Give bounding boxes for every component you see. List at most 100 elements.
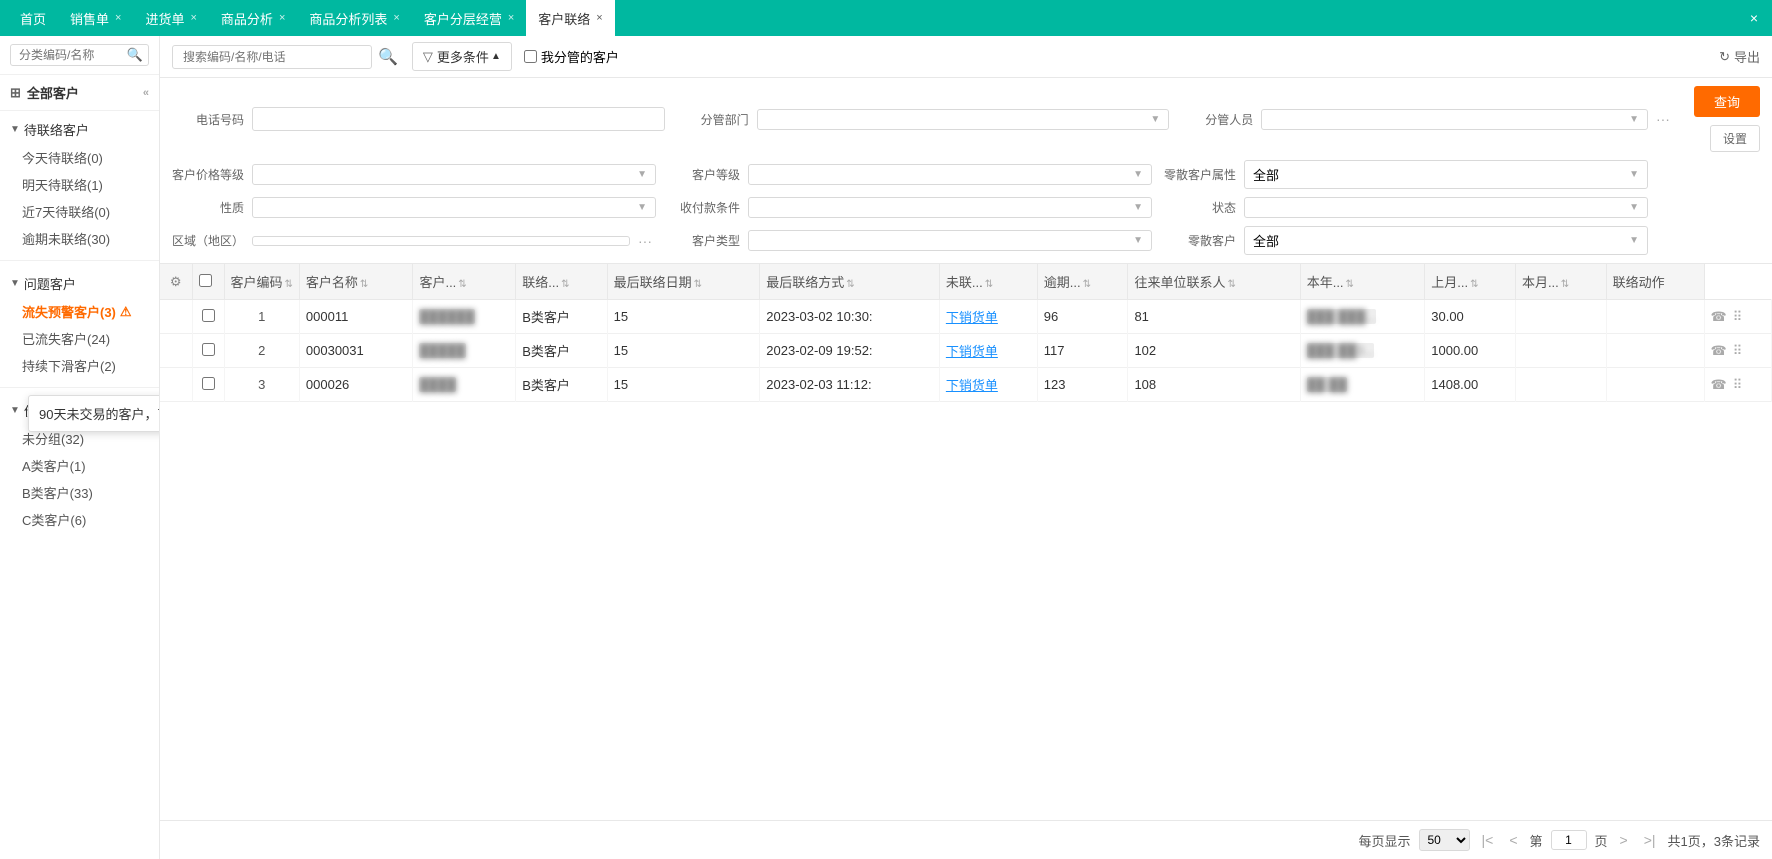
- row-contact: 15: [607, 368, 760, 402]
- tab-sales-close[interactable]: ×: [115, 12, 121, 24]
- action-phone-icon[interactable]: ☎: [1711, 309, 1727, 325]
- sort-last-month-icon[interactable]: ⇅: [1470, 279, 1478, 290]
- filter-select-status[interactable]: ▼: [1244, 197, 1648, 218]
- sidebar-item-b-class[interactable]: B类客户(33): [0, 479, 159, 506]
- filter-search-button[interactable]: 🔍: [372, 47, 404, 67]
- sidebar-item-churned[interactable]: 已流失客户(24): [0, 325, 159, 352]
- sidebar-item-today[interactable]: 今天待联络(0): [0, 144, 159, 171]
- sidebar-item-c-class[interactable]: C类客户(6): [0, 506, 159, 533]
- filter-select-payment[interactable]: ▼: [748, 197, 1152, 218]
- tab-purchase-close[interactable]: ×: [190, 12, 196, 24]
- sort-type-icon[interactable]: ⇅: [458, 279, 466, 290]
- sort-contact-icon[interactable]: ⇅: [561, 279, 569, 290]
- col-gear[interactable]: ⚙: [160, 264, 192, 300]
- first-page-button[interactable]: |<: [1478, 832, 1498, 848]
- page-input[interactable]: [1551, 830, 1587, 850]
- col-last-month: 上月...⇅: [1425, 264, 1516, 300]
- tab-customer-layer[interactable]: 客户分层经营 ×: [412, 0, 526, 36]
- sidebar-item-a-class[interactable]: A类客户(1): [0, 452, 159, 479]
- export-icon: ↻: [1719, 49, 1730, 65]
- divider-1: [0, 260, 159, 261]
- sort-overdue-icon[interactable]: ⇅: [1083, 279, 1091, 290]
- filter-select-price-level[interactable]: ▼: [252, 164, 656, 185]
- sidebar-item-7days[interactable]: 近7天待联络(0): [0, 198, 159, 225]
- row-checkbox[interactable]: [202, 377, 215, 390]
- tab-home[interactable]: 首页: [8, 0, 58, 36]
- sidebar-item-declining[interactable]: 持续下滑客户(2): [0, 352, 159, 379]
- sidebar-group-pending: ▼ 待联络客户 今天待联络(0) 明天待联络(1) 近7天待联络(0) 逾期未联…: [0, 111, 159, 256]
- tab-purchase[interactable]: 进货单 ×: [133, 0, 208, 36]
- advanced-filter-panel: 电话号码 分管部门 ▼ 分管人员 ▼: [160, 78, 1772, 264]
- action-phone-icon[interactable]: ☎: [1711, 377, 1727, 393]
- filter-select-customer-level[interactable]: ▼: [748, 164, 1152, 185]
- sidebar-group-pending-header[interactable]: ▼ 待联络客户: [0, 115, 159, 144]
- row-action: ☎ ⠿: [1704, 300, 1771, 334]
- tab-customer-layer-label: 客户分层经营: [424, 9, 502, 28]
- sidebar-group-problem-header[interactable]: ▼ 问题客户: [0, 269, 159, 298]
- sidebar-item-overdue-contact[interactable]: 逾期未联络(30): [0, 225, 159, 252]
- filter-label-phone: 电话号码: [172, 111, 252, 128]
- query-button[interactable]: 查询: [1694, 86, 1760, 117]
- tab-customer-contact[interactable]: 客户联络 ×: [526, 0, 614, 36]
- filter-input-phone[interactable]: [252, 107, 665, 131]
- sort-partner-icon[interactable]: ⇅: [1227, 279, 1235, 290]
- sidebar-item-churn-warning[interactable]: 流失预警客户(3) ⚠: [0, 298, 159, 325]
- sort-this-month-icon[interactable]: ⇅: [1561, 279, 1569, 290]
- row-checkbox[interactable]: [202, 343, 215, 356]
- sort-date-icon[interactable]: ⇅: [694, 279, 702, 290]
- region-dots-button[interactable]: ···: [634, 233, 656, 249]
- filter-select-customer-type[interactable]: ▼: [748, 230, 1152, 251]
- row-this-year: 30.00: [1425, 300, 1516, 334]
- close-window-icon[interactable]: ×: [1744, 8, 1764, 28]
- filter-field-price-level: 客户价格等级 ▼: [172, 164, 656, 185]
- tab-customer-contact-close[interactable]: ×: [596, 12, 602, 24]
- collapse-icon[interactable]: «: [143, 87, 149, 99]
- tab-analysis-list-close[interactable]: ×: [393, 12, 399, 24]
- tab-sales[interactable]: 销售单 ×: [58, 0, 133, 36]
- row-checkbox[interactable]: [202, 309, 215, 322]
- prev-page-button[interactable]: <: [1505, 832, 1521, 848]
- sort-code-icon[interactable]: ⇅: [285, 279, 293, 290]
- chevron-retail-icon: ▼: [1629, 169, 1639, 180]
- per-page-select[interactable]: 50 100 200: [1419, 829, 1470, 851]
- row-this-month: [1606, 334, 1704, 368]
- sort-method-icon[interactable]: ⇅: [846, 279, 854, 290]
- export-button[interactable]: ↻ 导出: [1719, 47, 1760, 66]
- tab-analysis-close[interactable]: ×: [279, 12, 285, 24]
- sort-name-icon[interactable]: ⇅: [360, 279, 368, 290]
- action-phone-icon[interactable]: ☎: [1711, 343, 1727, 359]
- col-action: 联络动作: [1606, 264, 1704, 300]
- filter-select-retail-customer[interactable]: 全部 ▼: [1244, 226, 1648, 255]
- filter-field-retail-attr: 零散客户属性 全部 ▼: [1164, 160, 1648, 189]
- action-more-icon[interactable]: ⠿: [1733, 343, 1743, 359]
- filter-select-retail-attr[interactable]: 全部 ▼: [1244, 160, 1648, 189]
- row-uncontacted: 96: [1037, 300, 1128, 334]
- select-all-checkbox[interactable]: [199, 274, 212, 287]
- row-last-date: 2023-02-03 11:12:: [760, 368, 940, 402]
- row-code: 000011: [299, 300, 413, 334]
- sidebar-item-tomorrow[interactable]: 明天待联络(1): [0, 171, 159, 198]
- filter-row-4: 区域（地区） ··· 客户类型 ▼ 零散客户: [172, 226, 1760, 255]
- filter-search-input[interactable]: [172, 45, 372, 69]
- settings-button[interactable]: 设置: [1710, 125, 1760, 152]
- more-conditions-button[interactable]: ▽ 更多条件 ▲: [412, 42, 512, 71]
- person-dots-button[interactable]: ···: [1652, 111, 1674, 127]
- sort-uncontacted-icon[interactable]: ⇅: [985, 279, 993, 290]
- my-customers-checkbox-label[interactable]: 我分管的客户: [524, 47, 619, 66]
- action-more-icon[interactable]: ⠿: [1733, 377, 1743, 393]
- tab-analysis-list[interactable]: 商品分析列表 ×: [297, 0, 411, 36]
- tab-customer-layer-close[interactable]: ×: [508, 12, 514, 24]
- all-customers-item[interactable]: ⊞ 全部客户 «: [0, 75, 159, 111]
- filter-select-dept[interactable]: ▼: [757, 109, 1170, 130]
- sort-this-year-icon[interactable]: ⇅: [1346, 279, 1354, 290]
- query-settings-group: 查询 设置: [1694, 86, 1760, 152]
- tab-analysis[interactable]: 商品分析 ×: [209, 0, 297, 36]
- last-page-button[interactable]: >|: [1640, 832, 1660, 848]
- my-customers-checkbox[interactable]: [524, 50, 537, 63]
- filter-select-person[interactable]: ▼: [1261, 109, 1648, 130]
- action-more-icon[interactable]: ⠿: [1733, 309, 1743, 325]
- row-this-year: 1408.00: [1425, 368, 1516, 402]
- next-page-button[interactable]: >: [1616, 832, 1632, 848]
- filter-select-region[interactable]: [252, 236, 630, 246]
- filter-select-nature[interactable]: ▼: [252, 197, 656, 218]
